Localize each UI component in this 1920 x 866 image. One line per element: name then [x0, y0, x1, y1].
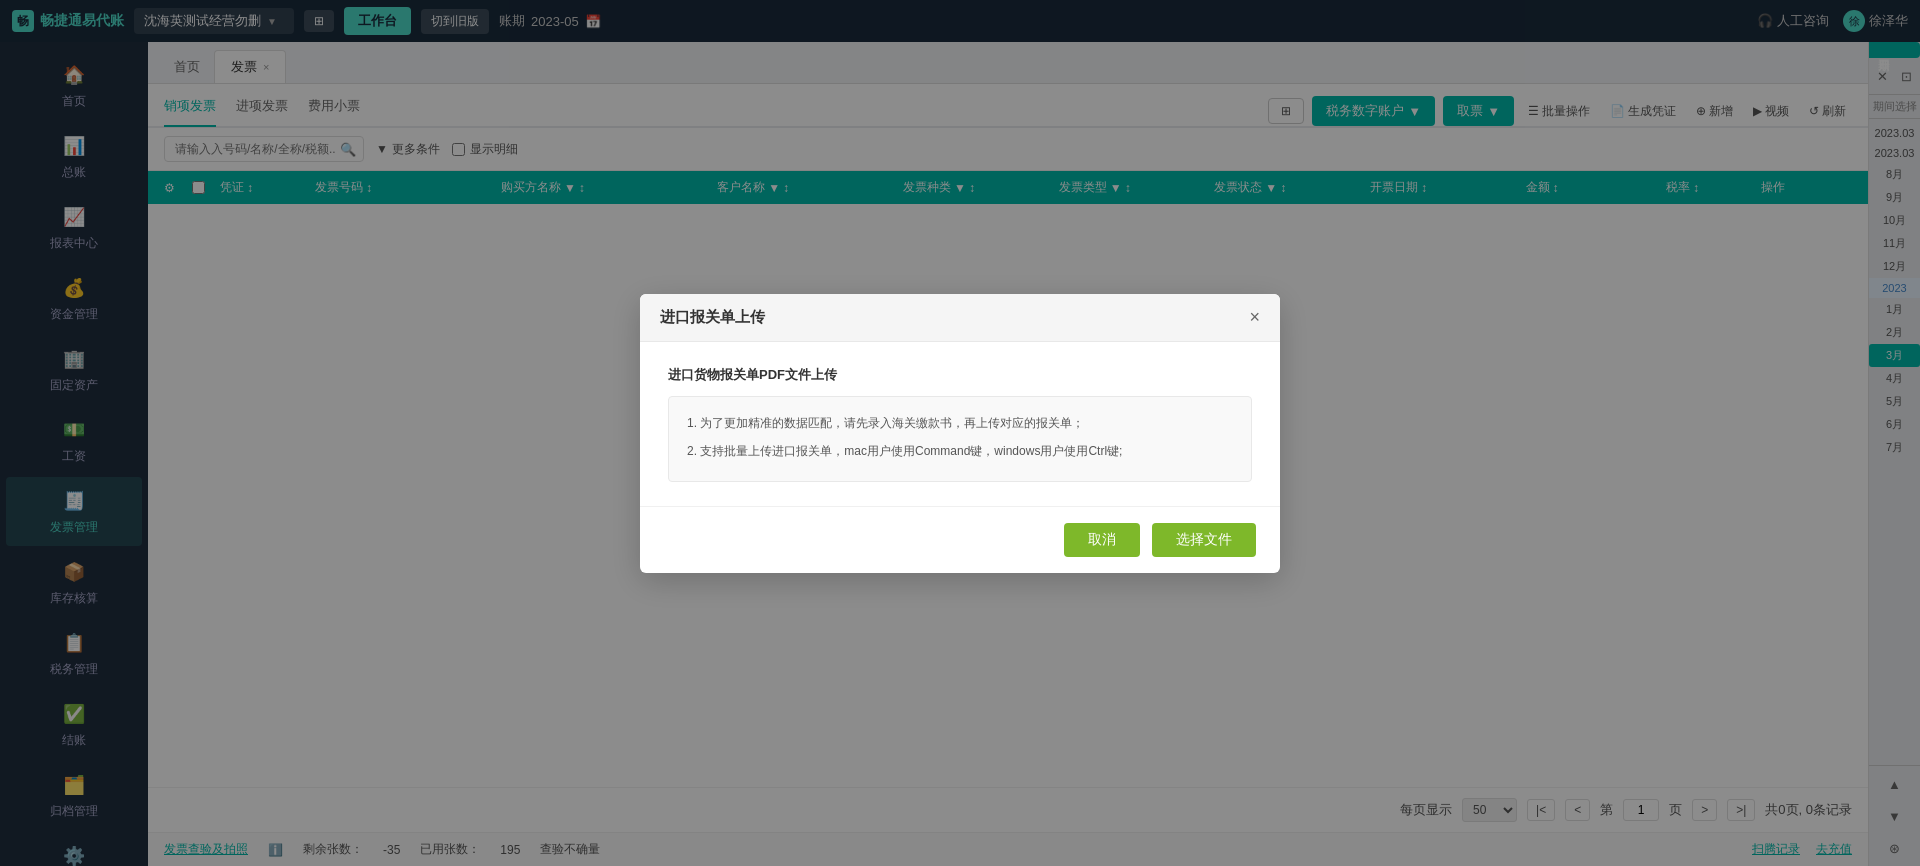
modal-cancel-button[interactable]: 取消	[1064, 523, 1140, 557]
modal-title: 进口报关单上传	[660, 308, 765, 327]
modal-header: 进口报关单上传 ×	[640, 294, 1280, 342]
modal-instruction-2: 2. 支持批量上传进口报关单，mac用户使用Command键，windows用户…	[687, 439, 1233, 463]
modal-dialog: 进口报关单上传 × 进口货物报关单PDF文件上传 1. 为了更加精准的数据匹配，…	[640, 294, 1280, 573]
modal-instruction-1: 1. 为了更加精准的数据匹配，请先录入海关缴款书，再上传对应的报关单；	[687, 411, 1233, 435]
modal-body: 进口货物报关单PDF文件上传 1. 为了更加精准的数据匹配，请先录入海关缴款书，…	[640, 342, 1280, 506]
modal-overlay[interactable]: 进口报关单上传 × 进口货物报关单PDF文件上传 1. 为了更加精准的数据匹配，…	[0, 0, 1920, 866]
modal-select-file-button[interactable]: 选择文件	[1152, 523, 1256, 557]
modal-footer: 取消 选择文件	[640, 506, 1280, 573]
modal-close-button[interactable]: ×	[1249, 308, 1260, 326]
modal-section-title: 进口货物报关单PDF文件上传	[668, 366, 1252, 384]
modal-info-box: 1. 为了更加精准的数据匹配，请先录入海关缴款书，再上传对应的报关单； 2. 支…	[668, 396, 1252, 482]
